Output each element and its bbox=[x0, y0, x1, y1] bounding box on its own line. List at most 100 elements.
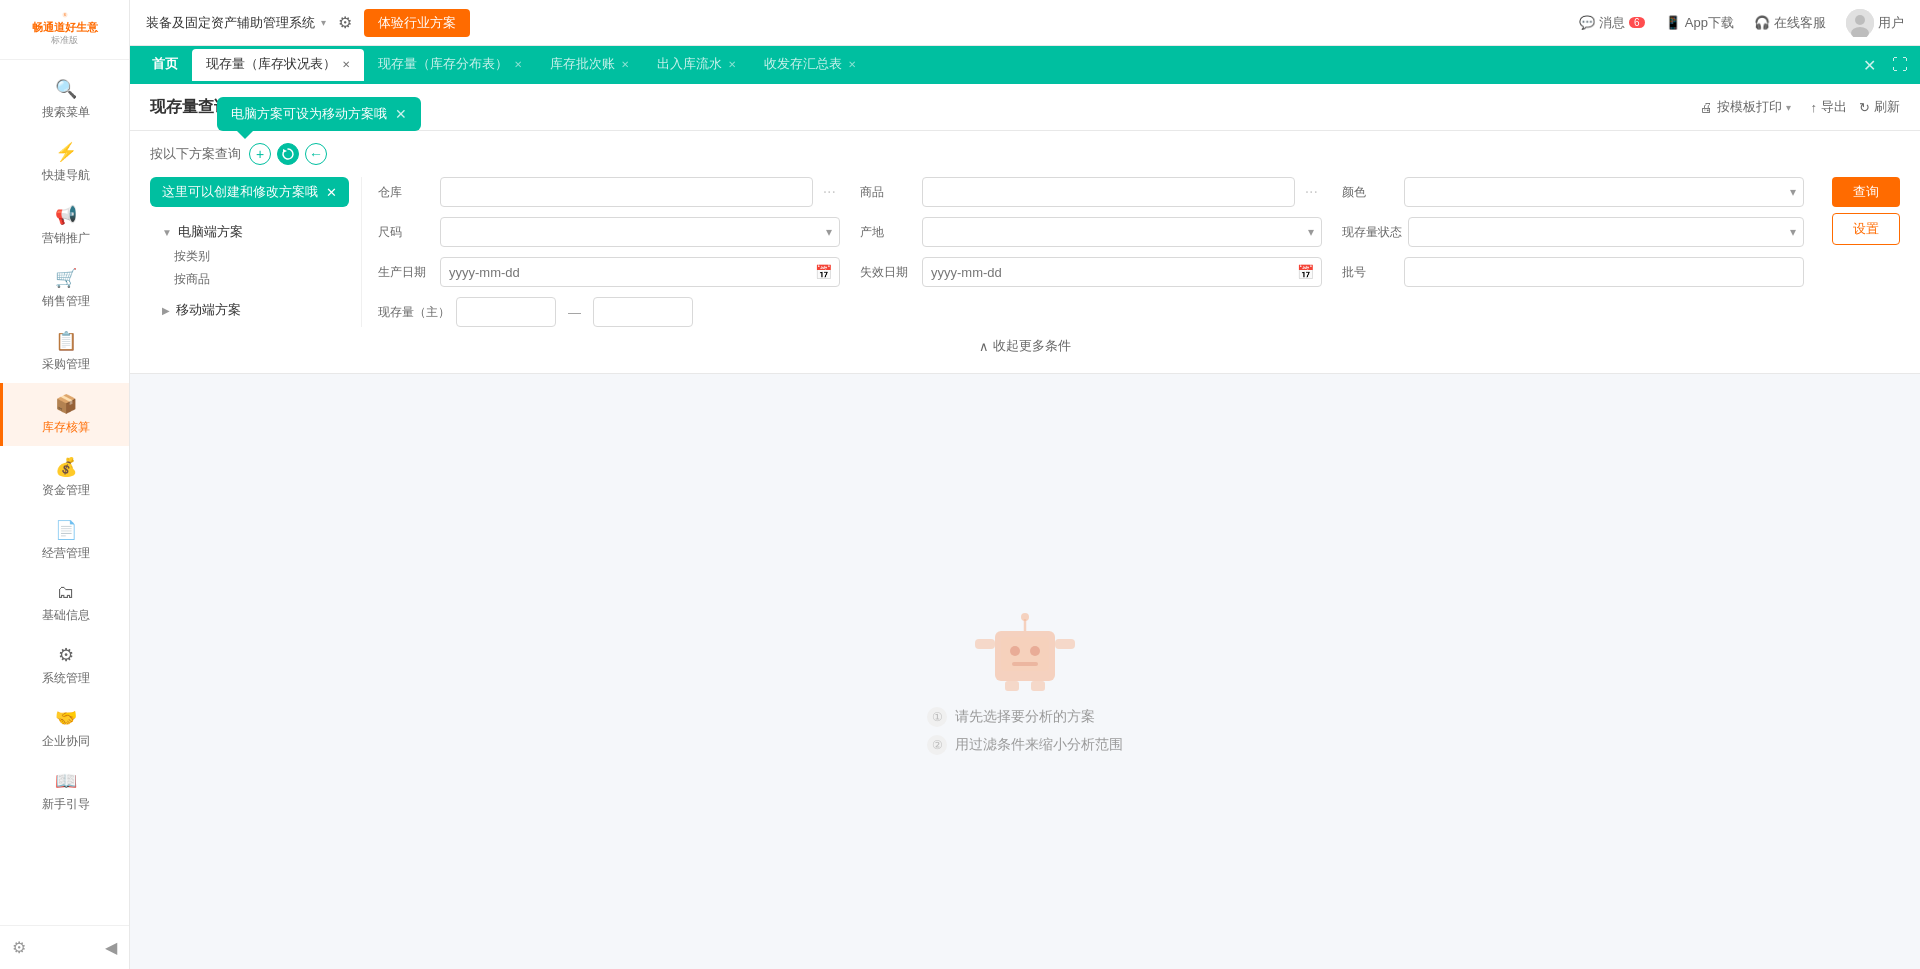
sidebar-item-enterprise[interactable]: 🤝 企业协同 bbox=[0, 697, 129, 760]
marketing-icon: 📢 bbox=[55, 204, 77, 226]
logo-text: 畅通道好生意 bbox=[32, 20, 98, 34]
filter-row-4: 现存量（主） — bbox=[378, 297, 1804, 327]
search-button[interactable]: 查询 bbox=[1832, 177, 1900, 207]
svg-point-8 bbox=[1010, 646, 1020, 656]
warehouse-more-btn[interactable]: ··· bbox=[819, 183, 840, 201]
tab-inout-close[interactable]: ✕ bbox=[728, 59, 736, 70]
sidebar-nav: 🔍 搜索菜单 ⚡ 快捷导航 📢 营销推广 🛒 销售管理 📋 采购管理 📦 库存核… bbox=[0, 60, 129, 925]
svg-point-12 bbox=[1021, 613, 1029, 621]
edit-scheme-btn[interactable] bbox=[277, 143, 299, 165]
batch-input[interactable] bbox=[1404, 257, 1804, 287]
mobile-scheme-item[interactable]: ▶ 移动端方案 bbox=[150, 297, 349, 323]
warehouse-label: 仓库 bbox=[378, 184, 434, 201]
tooltip1-text: 电脑方案可设为移动方案哦 bbox=[231, 105, 387, 123]
header-right: 💬 消息 6 📱 App下载 🎧 在线客服 用户 bbox=[1579, 9, 1904, 37]
sidebar-item-label: 快捷导航 bbox=[42, 167, 90, 184]
color-label: 颜色 bbox=[1342, 184, 1398, 201]
pc-scheme-item[interactable]: ▼ 电脑端方案 bbox=[150, 219, 349, 245]
tab-summary-close[interactable]: ✕ bbox=[848, 59, 856, 70]
refresh-btn[interactable]: ↻ 刷新 bbox=[1859, 98, 1900, 116]
tab-stock-dist[interactable]: 现存量（库存分布表） ✕ bbox=[364, 49, 536, 81]
goods-input[interactable] bbox=[922, 177, 1295, 207]
stock-status-select-wrapper bbox=[1408, 217, 1804, 247]
stock-main-to-input[interactable] bbox=[593, 297, 693, 327]
tooltip1-close-btn[interactable]: ✕ bbox=[395, 106, 407, 122]
sidebar-item-management[interactable]: 📄 经营管理 bbox=[0, 509, 129, 572]
filter-row-1: 仓库 ··· 商品 ··· bbox=[378, 177, 1804, 207]
color-select-wrapper bbox=[1404, 177, 1804, 207]
stock-main-from-input[interactable] bbox=[456, 297, 556, 327]
tab-batch[interactable]: 库存批次账 ✕ bbox=[536, 49, 643, 81]
print-dropdown-arrow[interactable]: ▾ bbox=[1786, 102, 1791, 113]
sidebar-item-marketing[interactable]: 📢 营销推广 bbox=[0, 194, 129, 257]
export-icon: ↑ bbox=[1811, 100, 1818, 115]
tab-stock-status[interactable]: 现存量（库存状况表） ✕ bbox=[192, 49, 364, 81]
tab-summary[interactable]: 收发存汇总表 ✕ bbox=[750, 49, 870, 81]
filter-main-area: 这里可以创建和修改方案哦 ✕ ▼ 电脑端方案 按类别 按商品 bbox=[150, 177, 1900, 327]
tip-num-2: ② bbox=[927, 735, 947, 755]
svg-rect-16 bbox=[1031, 681, 1045, 691]
tab-batch-close[interactable]: ✕ bbox=[621, 59, 629, 70]
sidebar-item-inventory[interactable]: 📦 库存核算 bbox=[0, 383, 129, 446]
export-btn[interactable]: ↑ 导出 bbox=[1811, 98, 1848, 116]
collapse-btn[interactable]: ∧ 收起更多条件 bbox=[150, 327, 1900, 365]
message-icon: 💬 bbox=[1579, 15, 1595, 30]
tab-expand-btn[interactable]: ⛶ bbox=[1888, 52, 1912, 78]
sub-item-category[interactable]: 按类别 bbox=[150, 245, 349, 268]
sidebar-item-nav[interactable]: ⚡ 快捷导航 bbox=[0, 131, 129, 194]
message-action[interactable]: 💬 消息 6 bbox=[1579, 14, 1645, 32]
sidebar-item-sales[interactable]: 🛒 销售管理 bbox=[0, 257, 129, 320]
scheme-tree: ▼ 电脑端方案 按类别 按商品 ▶ 移动端方案 bbox=[150, 215, 349, 327]
tab-stock-dist-label: 现存量（库存分布表） bbox=[378, 55, 508, 73]
expire-date-input[interactable] bbox=[922, 257, 1322, 287]
svg-point-9 bbox=[1030, 646, 1040, 656]
color-select[interactable] bbox=[1404, 177, 1804, 207]
refresh-small-icon bbox=[281, 147, 295, 161]
empty-tips: ① 请先选择要分析的方案 ② 用过滤条件来缩小分析范围 bbox=[927, 707, 1123, 763]
gear-button[interactable]: ⚙ bbox=[338, 13, 352, 32]
system-dropdown-arrow[interactable]: ▾ bbox=[321, 17, 326, 28]
sidebar-item-search[interactable]: 🔍 搜索菜单 bbox=[0, 68, 129, 131]
left-arrow-btn[interactable]: ← bbox=[305, 143, 327, 165]
sidebar-item-label: 库存核算 bbox=[42, 419, 90, 436]
goods-more-btn[interactable]: ··· bbox=[1301, 183, 1322, 201]
tab-close-all-btn[interactable]: ✕ bbox=[1859, 52, 1880, 79]
tip-item-2: ② 用过滤条件来缩小分析范围 bbox=[927, 735, 1123, 755]
sidebar-item-basic[interactable]: 🗂 基础信息 bbox=[0, 572, 129, 634]
tab-stock-status-close[interactable]: ✕ bbox=[342, 59, 350, 70]
produce-date-input[interactable] bbox=[440, 257, 840, 287]
settings-footer-btn[interactable]: ⚙ bbox=[12, 938, 26, 957]
message-label: 消息 bbox=[1599, 14, 1625, 32]
tip-text-1: 请先选择要分析的方案 bbox=[955, 708, 1095, 726]
empty-state: ① 请先选择要分析的方案 ② 用过滤条件来缩小分析范围 bbox=[927, 591, 1123, 763]
stock-status-select[interactable] bbox=[1408, 217, 1804, 247]
industry-btn[interactable]: 体验行业方案 bbox=[364, 9, 470, 37]
stock-status-label: 现存量状态 bbox=[1342, 224, 1402, 241]
sidebar-item-finance[interactable]: 💰 资金管理 bbox=[0, 446, 129, 509]
tooltip1-arrow bbox=[237, 131, 253, 139]
collapse-sidebar-btn[interactable]: ◀ bbox=[105, 938, 117, 957]
add-scheme-btn[interactable]: + bbox=[249, 143, 271, 165]
tooltip2-close-btn[interactable]: ✕ bbox=[326, 185, 337, 200]
sub-item-goods[interactable]: 按商品 bbox=[150, 268, 349, 291]
sidebar-item-system[interactable]: ⚙ 系统管理 bbox=[0, 634, 129, 697]
origin-select[interactable] bbox=[922, 217, 1322, 247]
sales-icon: 🛒 bbox=[55, 267, 77, 289]
reset-button[interactable]: 设置 bbox=[1832, 213, 1900, 245]
filter-fields: 仓库 ··· 商品 ··· bbox=[378, 177, 1804, 327]
sidebar-item-purchase[interactable]: 📋 采购管理 bbox=[0, 320, 129, 383]
size-select[interactable] bbox=[440, 217, 840, 247]
print-btn[interactable]: 🖨 按模板打印 ▾ bbox=[1692, 94, 1799, 120]
user-action[interactable]: 用户 bbox=[1846, 9, 1904, 37]
tab-inout[interactable]: 出入库流水 ✕ bbox=[643, 49, 750, 81]
warehouse-input[interactable] bbox=[440, 177, 813, 207]
sidebar-item-guide[interactable]: 📖 新手引导 bbox=[0, 760, 129, 823]
phone-icon: 📱 bbox=[1665, 15, 1681, 30]
sidebar-item-label: 新手引导 bbox=[42, 796, 90, 813]
tab-home[interactable]: 首页 bbox=[138, 49, 192, 81]
tab-stock-dist-close[interactable]: ✕ bbox=[514, 59, 522, 70]
size-label: 尺码 bbox=[378, 224, 434, 241]
app-download-action[interactable]: 📱 App下载 bbox=[1665, 14, 1734, 32]
tab-inout-label: 出入库流水 bbox=[657, 55, 722, 73]
online-support-action[interactable]: 🎧 在线客服 bbox=[1754, 14, 1826, 32]
